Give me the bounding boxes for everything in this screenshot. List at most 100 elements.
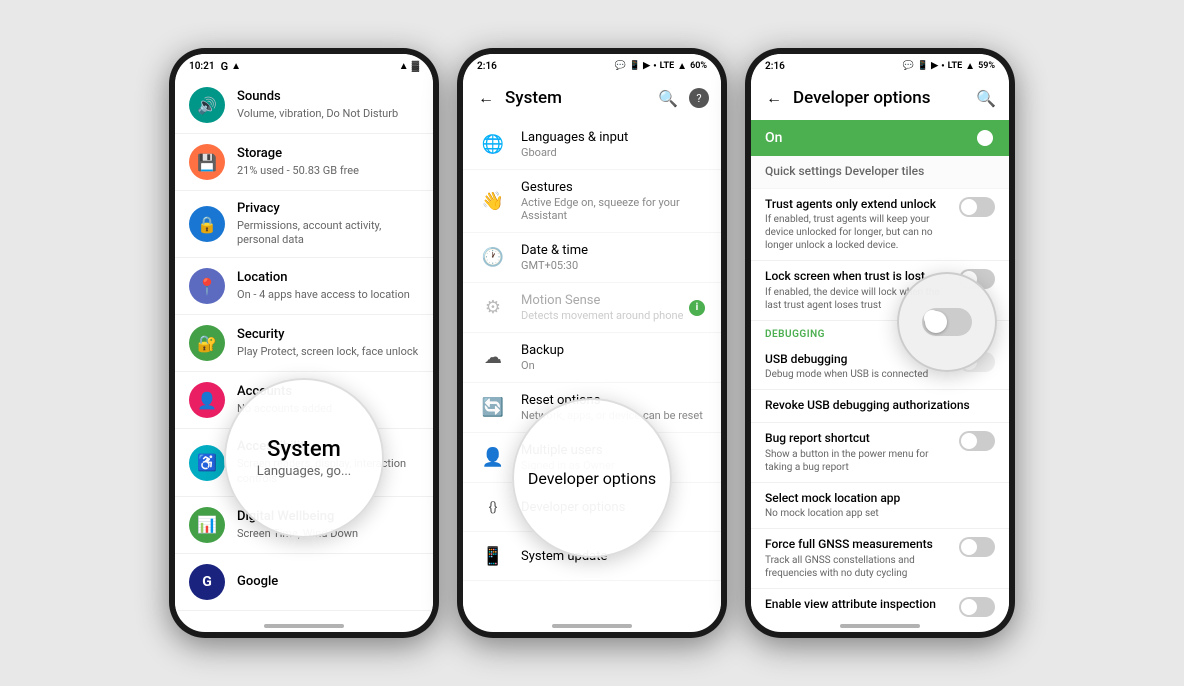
motion-icon: ⚙ <box>479 294 507 322</box>
bug-report-toggle[interactable] <box>959 431 995 451</box>
phone-2-status-bar: 2:16 💬 📱 ▶ • LTE ▲ 60% <box>463 54 721 76</box>
settings-item-privacy[interactable]: 🔒 Privacy Permissions, account activity,… <box>175 191 433 258</box>
sys-item-motion[interactable]: ⚙ Motion Sense Detects movement around p… <box>463 283 721 333</box>
sys-item-datetime[interactable]: 🕐 Date & time GMT+05:30 <box>463 233 721 283</box>
usb-debugging-sub: Debug mode when USB is connected <box>765 368 951 381</box>
view-attribute-toggle[interactable] <box>959 597 995 617</box>
phone-1-settings-list: 🔊 Sounds Volume, vibration, Do Not Distu… <box>175 77 433 620</box>
developer-icon: {} <box>479 493 507 521</box>
phone-1-status-bar: 10:21 G ▲ ▲ ▓ <box>175 54 433 77</box>
dev-item-gnss[interactable]: Force full GNSS measurements Track all G… <box>751 529 1009 589</box>
mock-location-title: Select mock location app <box>765 491 995 507</box>
phones-container: 10:21 G ▲ ▲ ▓ 🔊 Sounds Volume, vibration… <box>149 28 1035 658</box>
location-subtitle: On - 4 apps have access to location <box>237 288 419 302</box>
view-attribute-title: Enable view attribute inspection <box>765 597 951 613</box>
circle-dev-text: Developer options <box>518 469 666 488</box>
settings-item-google[interactable]: G Google <box>175 554 433 611</box>
privacy-title: Privacy <box>237 201 419 218</box>
phone-2-circle-overlay: Developer options <box>512 398 672 558</box>
trust-agents-sub: If enabled, trust agents will keep your … <box>765 213 951 252</box>
p3-dot: • <box>941 61 945 72</box>
p2-battery: 60% <box>690 61 707 71</box>
dev-item-trust-agents[interactable]: Trust agents only extend unlock If enabl… <box>751 189 1009 262</box>
dev-item-mock-location[interactable]: Select mock location app No mock locatio… <box>751 483 1009 530</box>
google-settings-icon: G <box>189 564 225 600</box>
users-icon: 👤 <box>479 444 507 472</box>
circle-main-text: System <box>267 437 341 462</box>
trust-agents-toggle[interactable] <box>959 197 995 217</box>
p2-time: 2:16 <box>477 61 497 72</box>
time-display: 10:21 <box>189 61 215 72</box>
datetime-icon: 🕐 <box>479 244 507 272</box>
phone-3: 2:16 💬 📱 ▶ • LTE ▲ 59% ← Developer optio… <box>745 48 1015 638</box>
sys-item-backup[interactable]: ☁ Backup On <box>463 333 721 383</box>
p3-home-indicator <box>840 624 920 628</box>
p2-signal: ▲ <box>677 61 687 72</box>
p2-lte: LTE <box>660 61 675 71</box>
p3-search-button[interactable]: 🔍 <box>975 87 997 109</box>
help-button[interactable]: ? <box>689 88 709 108</box>
privacy-subtitle: Permissions, account activity, personal … <box>237 219 419 248</box>
wifi-icon: ▲ <box>399 61 409 72</box>
home-indicator <box>264 624 344 628</box>
backup-title: Backup <box>521 343 705 358</box>
search-button[interactable]: 🔍 <box>657 87 679 109</box>
developer-options-list: Quick settings Developer tiles Trust age… <box>751 156 1009 620</box>
gnss-toggle[interactable] <box>959 537 995 557</box>
p2-msg-icon: 💬 <box>615 61 626 71</box>
dev-item-bug-report[interactable]: Bug report shortcut Show a button in the… <box>751 423 1009 483</box>
phone-1: 10:21 G ▲ ▲ ▓ 🔊 Sounds Volume, vibration… <box>169 48 439 638</box>
on-label: On <box>765 130 782 146</box>
dev-item-view-attribute[interactable]: Enable view attribute inspection <box>751 589 1009 620</box>
privacy-icon: 🔒 <box>189 206 225 242</box>
languages-icon: 🌐 <box>479 131 507 159</box>
status-left: 10:21 G ▲ <box>189 60 241 73</box>
location-title: Location <box>237 270 419 287</box>
quick-settings-title: Quick settings Developer tiles <box>765 164 995 180</box>
bug-report-title: Bug report shortcut <box>765 431 951 447</box>
battery-icon: ▓ <box>412 61 419 72</box>
settings-item-sounds[interactable]: 🔊 Sounds Volume, vibration, Do Not Distu… <box>175 77 433 134</box>
datetime-title: Date & time <box>521 243 705 258</box>
security-icon: 🔐 <box>189 325 225 361</box>
p3-battery: 59% <box>978 61 995 71</box>
p3-yt-icon: ▶ <box>931 61 938 71</box>
location-icon: 📍 <box>189 268 225 304</box>
phone-1-screen: 10:21 G ▲ ▲ ▓ 🔊 Sounds Volume, vibration… <box>175 54 433 632</box>
languages-sub: Gboard <box>521 146 705 159</box>
usb-debug-circle-toggle[interactable] <box>922 308 972 336</box>
sys-item-languages[interactable]: 🌐 Languages & input Gboard <box>463 120 721 170</box>
gnss-sub: Track all GNSS constellations and freque… <box>765 554 951 580</box>
sounds-icon: 🔊 <box>189 87 225 123</box>
sys-item-gestures[interactable]: 👋 Gestures Active Edge on, squeeze for y… <box>463 170 721 233</box>
gestures-title: Gestures <box>521 180 705 195</box>
phone-2-toolbar: ← System 🔍 ? <box>463 76 721 120</box>
p3-msg-icon: 💬 <box>903 61 914 71</box>
developer-options-title: Developer options <box>793 88 975 108</box>
backup-icon: ☁ <box>479 344 507 372</box>
p2-status-right: 💬 📱 ▶ • LTE ▲ 60% <box>615 61 707 72</box>
gestures-icon: 👋 <box>479 187 507 215</box>
settings-item-location[interactable]: 📍 Location On - 4 apps have access to lo… <box>175 258 433 315</box>
google-icon: G <box>221 60 229 73</box>
phone-3-status-bar: 2:16 💬 📱 ▶ • LTE ▲ 59% <box>751 54 1009 76</box>
reset-icon: 🔄 <box>479 394 507 422</box>
motion-sub: Detects movement around phone <box>521 309 689 322</box>
back-button[interactable]: ← <box>475 87 497 109</box>
digital-wellbeing-icon: 📊 <box>189 507 225 543</box>
storage-title: Storage <box>237 146 419 163</box>
p3-back-button[interactable]: ← <box>763 87 785 109</box>
update-icon: 📱 <box>479 542 507 570</box>
dev-item-quick-settings[interactable]: Quick settings Developer tiles <box>751 156 1009 189</box>
settings-item-system[interactable]: ℹ System L... <box>175 611 433 620</box>
mock-location-sub: No mock location app set <box>765 507 995 520</box>
settings-item-storage[interactable]: 💾 Storage 21% used - 50.83 GB free <box>175 134 433 191</box>
backup-sub: On <box>521 359 705 372</box>
security-subtitle: Play Protect, screen lock, face unlock <box>237 345 419 359</box>
phone-2: 2:16 💬 📱 ▶ • LTE ▲ 60% ← System 🔍 <box>457 48 727 638</box>
settings-item-security[interactable]: 🔐 Security Play Protect, screen lock, fa… <box>175 315 433 372</box>
developer-on-toggle[interactable] <box>959 128 995 148</box>
signal-icon: ▲ <box>231 61 241 72</box>
p3-lte: LTE <box>948 61 963 71</box>
dev-item-revoke-usb[interactable]: Revoke USB debugging authorizations <box>751 390 1009 423</box>
